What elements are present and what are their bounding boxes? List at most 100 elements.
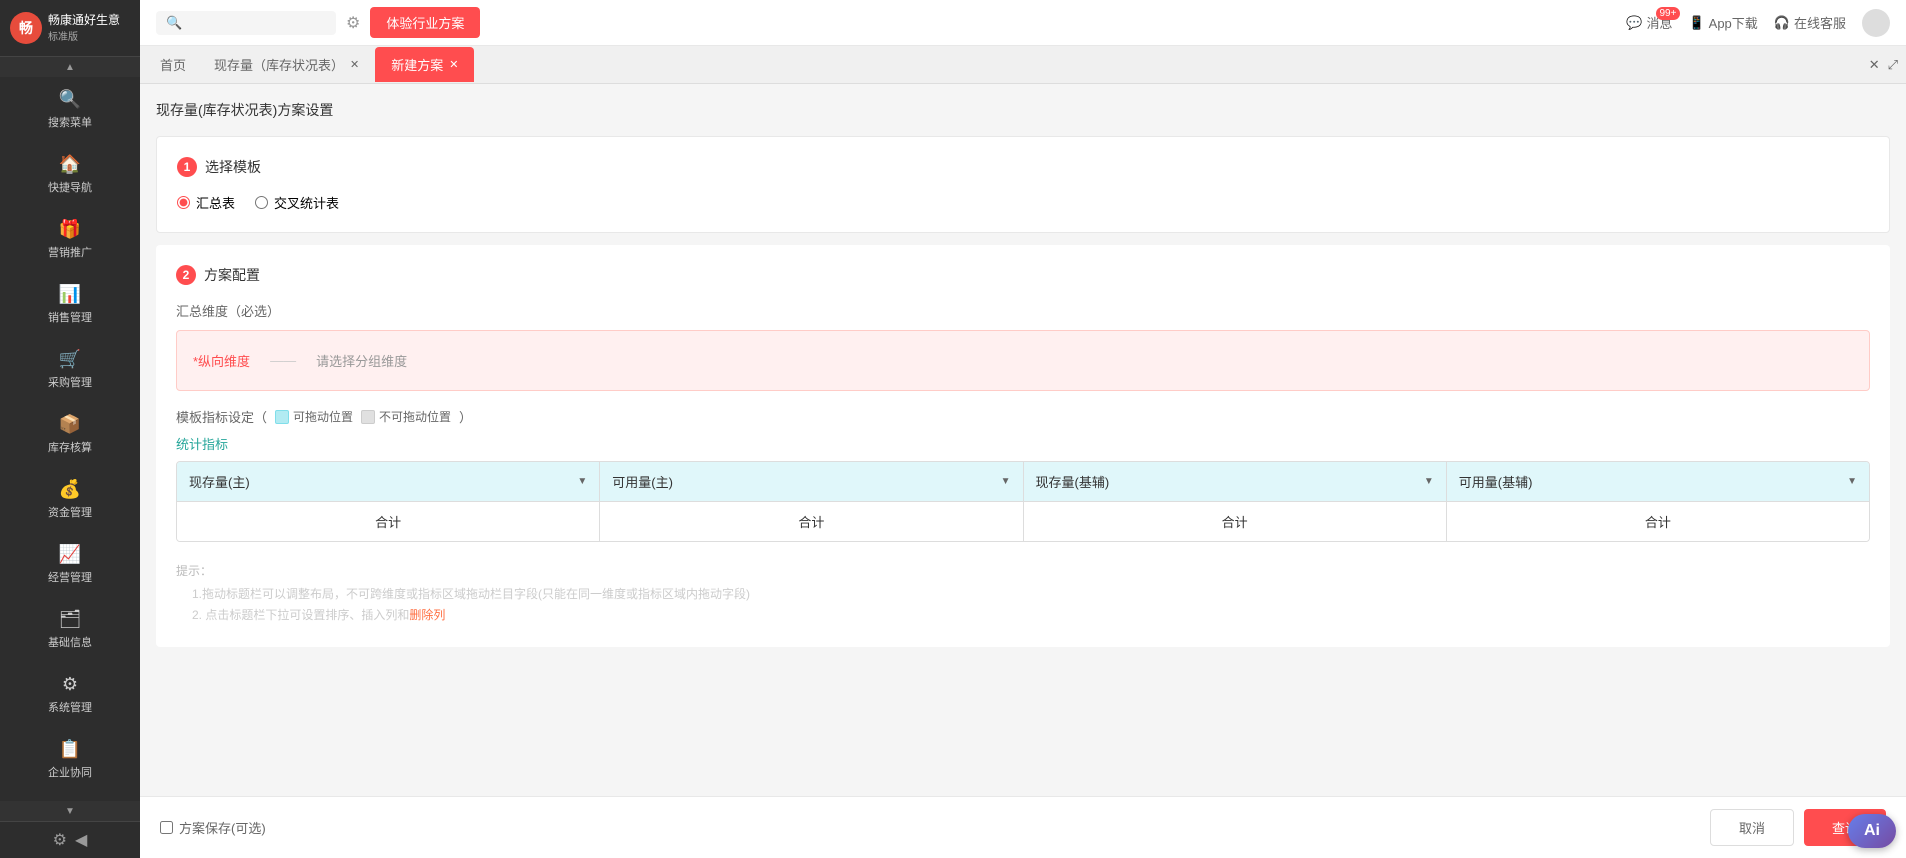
dimension-box[interactable]: *纵向维度 —— 请选择分组维度 xyxy=(176,330,1870,391)
tips-area: 提示： 1.拖动标题栏可以调整布局，不可跨维度或指标区域拖动栏目字段(只能在同一… xyxy=(176,562,1870,623)
stats-col-header-0[interactable]: 现存量(主)▼ xyxy=(177,462,600,501)
stats-col-header-3[interactable]: 可用量(基辅)▼ xyxy=(1447,462,1869,501)
headphone-icon: 🎧 xyxy=(1774,15,1790,31)
radio-cross[interactable]: 交叉统计表 xyxy=(255,193,339,212)
message-icon: 💬 xyxy=(1626,15,1642,31)
search-label: 搜索菜单 xyxy=(48,114,92,130)
sidebar: 畅 畅康通好生意 标准版 ▲ 🔍 搜索菜单 🏠 快捷导航 🎁 营销推广 📊 销售… xyxy=(0,0,140,858)
trial-button[interactable]: 体验行业方案 xyxy=(370,7,480,38)
sidebar-item-system[interactable]: ⚙ 系统管理 xyxy=(0,662,140,727)
stats-col-body-1: 合计 xyxy=(600,502,1023,541)
app-download-button[interactable]: 📱 App下载 xyxy=(1688,13,1757,32)
step2-title: 方案配置 xyxy=(204,265,260,285)
sidebar-item-search[interactable]: 🔍 搜索菜单 xyxy=(0,77,140,142)
phone-icon: 📱 xyxy=(1688,15,1704,31)
purchase-icon: 🛒 xyxy=(59,349,81,370)
col-chevron-0: ▼ xyxy=(577,476,587,487)
user-menu[interactable] xyxy=(1862,9,1890,37)
marketing-label: 营销推广 xyxy=(48,244,92,260)
search-input[interactable] xyxy=(188,16,308,30)
tabs-bar: 首页 现存量（库存状况表） ✕ 新建方案 ✕ ✕ ⤢ xyxy=(140,46,1906,84)
sidebar-item-nav[interactable]: 🏠 快捷导航 xyxy=(0,142,140,207)
sidebar-item-purchase[interactable]: 🛒 采购管理 xyxy=(0,337,140,402)
dimension-label: 汇总维度（必选） xyxy=(176,301,1870,320)
app-name: 畅康通好生意 xyxy=(48,13,120,29)
service-button[interactable]: 🎧 在线客服 xyxy=(1774,13,1846,32)
content-area: 现存量(库存状况表)方案设置 1 选择模板 汇总表 交叉统计表 2 xyxy=(140,84,1906,796)
stats-col-body-2: 合计 xyxy=(1024,502,1447,541)
step2-header: 2 方案配置 xyxy=(176,265,1870,285)
purchase-label: 采购管理 xyxy=(48,374,92,390)
sidebar-item-finance[interactable]: 💰 资金管理 xyxy=(0,467,140,532)
collapse-icon[interactable]: ◀ xyxy=(75,830,87,850)
search-icon: 🔍 xyxy=(166,15,182,31)
cancel-button[interactable]: 取消 xyxy=(1710,809,1794,846)
stats-table-body: 合计合计合计合计 xyxy=(177,501,1869,541)
draggable-legend-box xyxy=(275,410,289,424)
operation-label: 经营管理 xyxy=(48,569,92,585)
indicator-label: 模板指标设定（ 可拖动位置 不可拖动位置 ） xyxy=(176,407,1870,426)
sidebar-item-contract[interactable]: 📋 企业协同 xyxy=(0,727,140,792)
sales-icon: 📊 xyxy=(59,284,81,305)
sidebar-item-newbie[interactable]: 🌟 新手引导 xyxy=(0,792,140,801)
contract-icon: 📋 xyxy=(59,739,81,760)
settings-icon[interactable]: ⚙ xyxy=(53,830,67,850)
marketing-icon: 🎁 xyxy=(59,219,81,240)
tab-minimize-icon[interactable]: ✕ xyxy=(1869,57,1880,73)
topbar: 🔍 ⚙ 体验行业方案 💬 消息 99+ 📱 App下载 🎧 在线客服 xyxy=(140,0,1906,46)
sidebar-item-sales[interactable]: 📊 销售管理 xyxy=(0,272,140,337)
message-button[interactable]: 💬 消息 99+ xyxy=(1626,13,1672,32)
fixed-legend-box xyxy=(361,410,375,424)
radio-summary[interactable]: 汇总表 xyxy=(177,193,235,212)
ai-badge[interactable]: Ai xyxy=(1848,814,1896,848)
nav-icon: 🏠 xyxy=(59,154,81,175)
save-checkbox-input[interactable] xyxy=(160,821,173,834)
system-icon: ⚙ xyxy=(62,674,78,695)
sidebar-item-basic[interactable]: 🗂 基础信息 xyxy=(0,597,140,662)
tab-expand-icon[interactable]: ⤢ xyxy=(1888,57,1898,73)
avatar xyxy=(1862,9,1890,37)
nav-label: 快捷导航 xyxy=(48,179,92,195)
inventory-label: 库存核算 xyxy=(48,439,92,455)
stats-col-header-1[interactable]: 可用量(主)▼ xyxy=(600,462,1023,501)
step1-num: 1 xyxy=(177,157,197,177)
page-title: 现存量(库存状况表)方案设置 xyxy=(156,100,1890,120)
finance-label: 资金管理 xyxy=(48,504,92,520)
delete-col-link[interactable]: 删除列 xyxy=(409,608,445,622)
tab-inventory-status[interactable]: 现存量（库存状况表） ✕ xyxy=(198,47,375,82)
search-box: 🔍 xyxy=(156,11,336,35)
step2-card: 2 方案配置 汇总维度（必选） *纵向维度 —— 请选择分组维度 模板指标设定（… xyxy=(156,245,1890,647)
sidebar-item-marketing[interactable]: 🎁 营销推广 xyxy=(0,207,140,272)
finance-icon: 💰 xyxy=(59,479,81,500)
tab-new-scheme-close-icon[interactable]: ✕ xyxy=(449,58,458,71)
stats-section-title: 统计指标 xyxy=(176,434,1870,453)
search-icon: 🔍 xyxy=(59,89,81,110)
dim-placeholder: 请选择分组维度 xyxy=(316,351,407,370)
sidebar-item-operation[interactable]: 📈 经营管理 xyxy=(0,532,140,597)
tab-inventory-close-icon[interactable]: ✕ xyxy=(350,58,359,71)
sidebar-items-list: 🔍 搜索菜单 🏠 快捷导航 🎁 营销推广 📊 销售管理 🛒 采购管理 📦 库存核… xyxy=(0,77,140,801)
basic-icon: 🗂 xyxy=(59,609,82,630)
gear-icon[interactable]: ⚙ xyxy=(346,13,360,33)
stats-col-header-2[interactable]: 现存量(基辅)▼ xyxy=(1024,462,1447,501)
main-area: 🔍 ⚙ 体验行业方案 💬 消息 99+ 📱 App下载 🎧 在线客服 xyxy=(140,0,1906,858)
stats-col-body-0: 合计 xyxy=(177,502,600,541)
logo-icon: 畅 xyxy=(10,12,42,44)
tab-new-scheme[interactable]: 新建方案 ✕ xyxy=(375,47,474,82)
col-chevron-1: ▼ xyxy=(1001,476,1011,487)
save-checkbox[interactable]: 方案保存(可选) xyxy=(160,818,266,837)
inventory-icon: 📦 xyxy=(59,414,81,435)
tab-home[interactable]: 首页 xyxy=(148,47,198,82)
message-badge: 99+ xyxy=(1656,7,1681,20)
tip-item-2: 2. 点击标题栏下拉可设置排序、插入列和删除列 xyxy=(176,606,1870,623)
stats-table-header: 现存量(主)▼可用量(主)▼现存量(基辅)▼可用量(基辅)▼ xyxy=(177,462,1869,501)
sidebar-item-inventory[interactable]: 📦 库存核算 xyxy=(0,402,140,467)
topbar-right: 💬 消息 99+ 📱 App下载 🎧 在线客服 xyxy=(1626,9,1890,37)
footer-bar: 方案保存(可选) 取消 查询 xyxy=(140,796,1906,858)
sidebar-scroll-down[interactable]: ▼ xyxy=(0,801,140,821)
sidebar-scroll-up[interactable]: ▲ xyxy=(0,57,140,77)
system-label: 系统管理 xyxy=(48,699,92,715)
stats-col-body-3: 合计 xyxy=(1447,502,1869,541)
step2-num: 2 xyxy=(176,265,196,285)
template-radio-group: 汇总表 交叉统计表 xyxy=(177,193,1869,212)
